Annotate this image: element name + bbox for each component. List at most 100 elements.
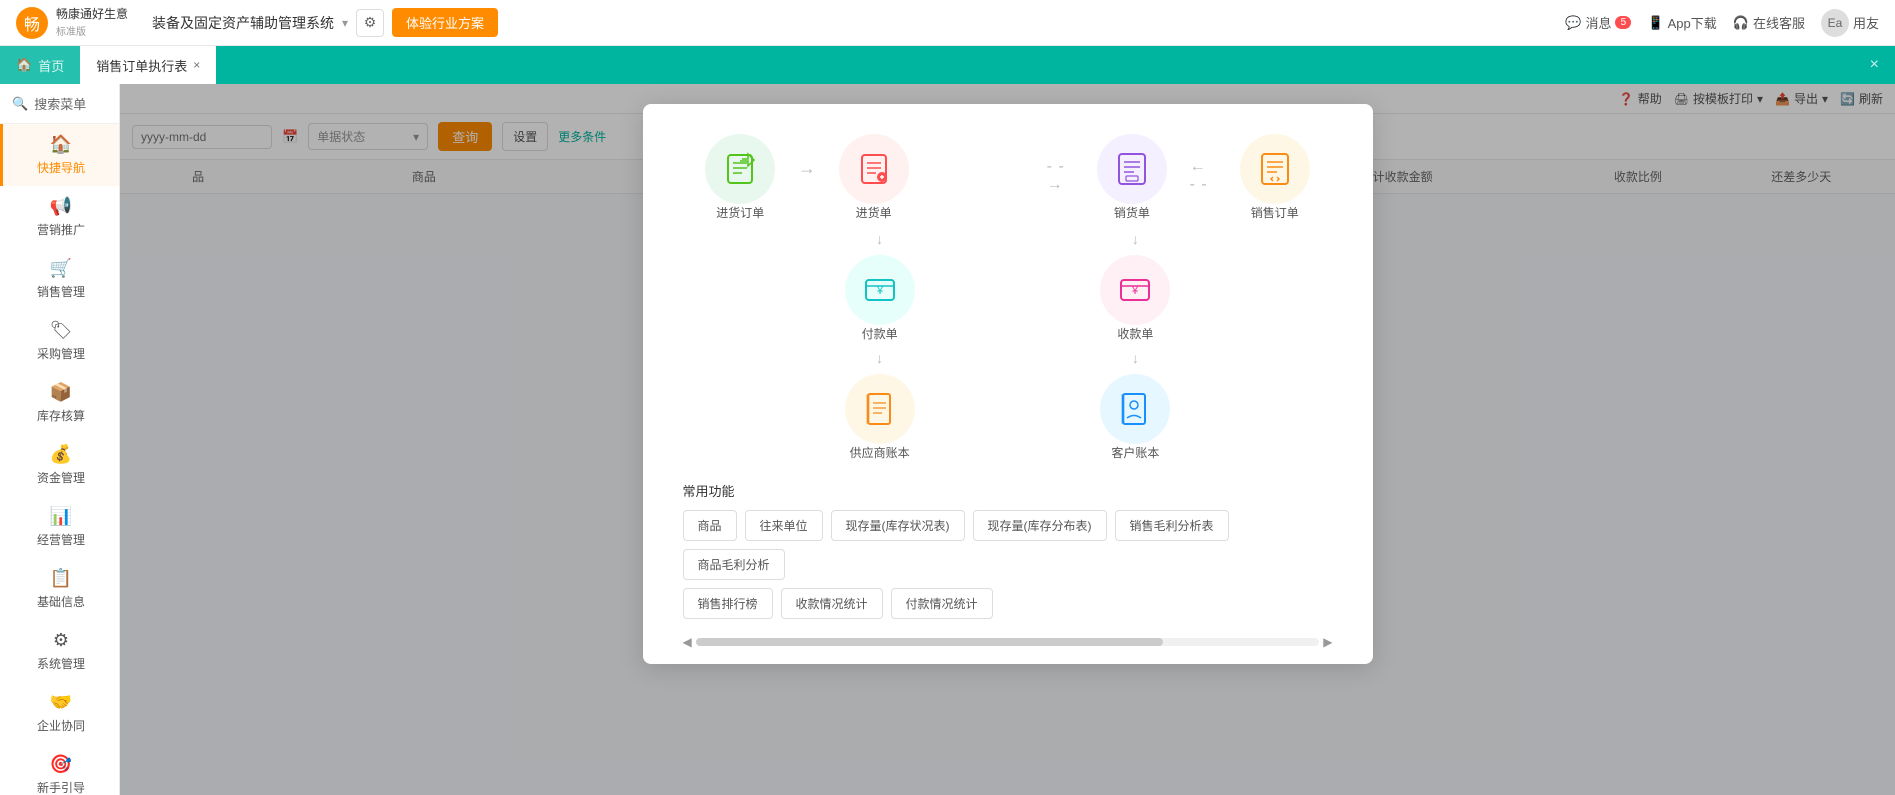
cf-btn-sales-rank[interactable]: 销售排行榜 bbox=[683, 588, 773, 619]
cf-btn-inventory-dist[interactable]: 现存量(库存分布表) bbox=[973, 510, 1107, 541]
content-area: ❓ 帮助 🖨 按模板打印 ▾ 📤 导出 ▾ 🔄 刷新 📅 单据 bbox=[120, 84, 1895, 795]
flow-col-jinghuo-order: 进货订单 bbox=[683, 134, 798, 221]
cf-btn-counterparty[interactable]: 往来单位 bbox=[745, 510, 823, 541]
system-title-area: 装备及固定资产辅助管理系统 ▾ ⚙ 体验行业方案 bbox=[152, 8, 1565, 37]
cf-btn-inventory-status[interactable]: 现存量(库存状况表) bbox=[831, 510, 965, 541]
flow-label-fukuan: 付款单 bbox=[862, 325, 898, 342]
user-label: 用友 bbox=[1853, 13, 1879, 32]
user-menu-button[interactable]: Ea 用友 bbox=[1821, 9, 1879, 37]
operations-icon: 📊 bbox=[50, 506, 72, 527]
sidebar-item-quick-nav[interactable]: 🏠 快捷导航 bbox=[0, 124, 119, 186]
new-guide-icon: 🎯 bbox=[50, 754, 72, 775]
inventory-icon: 📦 bbox=[50, 382, 72, 403]
nav-tabs: 🏠 首页 销售订单执行表 × × bbox=[0, 46, 1895, 84]
flow-node-xiaohuo-single[interactable] bbox=[1097, 134, 1167, 204]
system-title: 装备及固定资产辅助管理系统 bbox=[152, 13, 334, 33]
sidebar-item-system[interactable]: ⚙ 系统管理 bbox=[0, 620, 119, 682]
scroll-left-icon[interactable]: ◀ bbox=[683, 635, 692, 649]
flow-arrows-down: ↓ ↓ bbox=[683, 227, 1333, 251]
sidebar-item-label-inventory: 库存核算 bbox=[37, 407, 85, 424]
purchase-icon: 🏷 bbox=[50, 320, 73, 341]
sidebar-item-label-sales: 销售管理 bbox=[37, 283, 85, 300]
sidebar-item-operations[interactable]: 📊 经营管理 bbox=[0, 496, 119, 558]
dropdown-arrow-icon[interactable]: ▾ bbox=[342, 16, 348, 30]
sidebar-item-label-quick-nav: 快捷导航 bbox=[37, 159, 85, 176]
flow-label-supplier-book: 供应商账本 bbox=[850, 444, 910, 461]
search-icon: 🔍 bbox=[12, 96, 28, 112]
scrollbar-track[interactable] bbox=[696, 638, 1320, 646]
flow-col-supplier-book: 供应商账本 bbox=[821, 374, 939, 461]
topbar-right: 💬 消息 5 📱 App下载 🎧 在线客服 Ea 用友 bbox=[1565, 9, 1879, 37]
sales-icon: 🛒 bbox=[50, 258, 72, 279]
tab-home-label: 首页 bbox=[38, 56, 64, 75]
message-button[interactable]: 💬 消息 5 bbox=[1565, 13, 1631, 32]
arrow-down-shoukuan: ↓ bbox=[1132, 350, 1139, 366]
gear-button[interactable]: ⚙ bbox=[356, 9, 384, 37]
sidebar-item-finance[interactable]: 💰 资金管理 bbox=[0, 434, 119, 496]
sidebar-item-enterprise[interactable]: 🤝 企业协同 bbox=[0, 682, 119, 744]
flow-label-shoukuan: 收款单 bbox=[1117, 325, 1153, 342]
tab-home[interactable]: 🏠 首页 bbox=[0, 46, 80, 84]
main-layout: 🔍 搜索菜单 🏠 快捷导航 📢 营销推广 🛒 销售管理 🏷 采购管理 📦 库存核… bbox=[0, 84, 1895, 795]
system-icon: ⚙ bbox=[53, 630, 69, 651]
sidebar-item-label-finance: 资金管理 bbox=[37, 469, 85, 486]
cf-btn-payment-stats[interactable]: 付款情况统计 bbox=[891, 588, 993, 619]
flow-node-jinghuo-single[interactable] bbox=[839, 134, 909, 204]
sidebar-item-label-purchase: 采购管理 bbox=[37, 345, 85, 362]
arrow-down-xiaohuo: ↓ bbox=[1132, 231, 1139, 247]
quick-nav-icon: 🏠 bbox=[50, 134, 72, 155]
scroll-right-icon[interactable]: ▶ bbox=[1323, 635, 1332, 649]
sidebar-item-new-guide[interactable]: 🎯 新手引导 bbox=[0, 744, 119, 795]
cf-btn-goods[interactable]: 商品 bbox=[683, 510, 737, 541]
cf-btn-receipt-stats[interactable]: 收款情况统计 bbox=[781, 588, 883, 619]
flow-node-xiaoshou-order[interactable] bbox=[1240, 134, 1310, 204]
online-service-label: 在线客服 bbox=[1753, 13, 1805, 32]
sidebar-item-label-base-info: 基础信息 bbox=[37, 593, 85, 610]
flow-node-shoukuan[interactable]: ¥ bbox=[1100, 255, 1170, 325]
common-functions: 常用功能 商品 往来单位 现存量(库存状况表) 现存量(库存分布表) 销售毛利分… bbox=[683, 481, 1333, 619]
home-icon: 🏠 bbox=[16, 57, 32, 73]
flow-node-fukuan[interactable]: ¥ bbox=[845, 255, 915, 325]
sidebar-item-sales[interactable]: 🛒 销售管理 bbox=[0, 248, 119, 310]
flow-col-customer-book: 客户账本 bbox=[1077, 374, 1195, 461]
trial-button[interactable]: 体验行业方案 bbox=[392, 8, 498, 37]
scrollbar-thumb bbox=[696, 638, 1164, 646]
flow-label-jinghuo-single: 进货单 bbox=[856, 204, 892, 221]
flow-node-jinghuo-order[interactable] bbox=[705, 134, 775, 204]
flow-col-xiaohuo-single: 销货单 bbox=[1074, 134, 1189, 221]
logo-text: 畅康通好生意 bbox=[56, 7, 128, 23]
flow-label-jinghuo-order: 进货订单 bbox=[716, 204, 764, 221]
flow-node-customer-book[interactable] bbox=[1100, 374, 1170, 444]
search-menu-button[interactable]: 🔍 搜索菜单 bbox=[0, 84, 119, 124]
service-icon: 🎧 bbox=[1733, 15, 1749, 31]
popup-dialog: 进货订单 → bbox=[643, 104, 1373, 664]
svg-text:¥: ¥ bbox=[876, 285, 884, 297]
sidebar-item-label-system: 系统管理 bbox=[37, 655, 85, 672]
popup-overlay: 进货订单 → bbox=[120, 84, 1895, 795]
flow-node-supplier-book[interactable] bbox=[845, 374, 915, 444]
arrow-dashed-1: - - → bbox=[1047, 158, 1075, 194]
online-service-button[interactable]: 🎧 在线客服 bbox=[1733, 13, 1805, 32]
app-download-button[interactable]: 📱 App下载 bbox=[1647, 13, 1716, 32]
flow-col-fukuan: ¥ 付款单 bbox=[821, 255, 939, 342]
base-info-icon: 📋 bbox=[50, 568, 72, 589]
flow-col-xiaoshou-order: 销售订单 bbox=[1217, 134, 1332, 221]
cf-btn-sales-profit[interactable]: 销售毛利分析表 bbox=[1115, 510, 1229, 541]
flow-row-2: ¥ 付款单 ¥ bbox=[683, 255, 1333, 342]
download-icon: 📱 bbox=[1647, 15, 1663, 31]
sidebar-item-marketing[interactable]: 📢 营销推广 bbox=[0, 186, 119, 248]
flow-col-shoukuan: ¥ 收款单 bbox=[1077, 255, 1195, 342]
tab-sales-order[interactable]: 销售订单执行表 × bbox=[80, 46, 216, 84]
arrow-down-jinghuo: ↓ bbox=[876, 231, 883, 247]
message-icon: 💬 bbox=[1565, 15, 1581, 31]
tab-close-icon[interactable]: × bbox=[193, 58, 200, 72]
top-bar: 畅 畅康通好生意 标准版 装备及固定资产辅助管理系统 ▾ ⚙ 体验行业方案 💬 … bbox=[0, 0, 1895, 46]
cf-btn-goods-profit[interactable]: 商品毛利分析 bbox=[683, 549, 785, 580]
flow-label-xiaohuo-single: 销货单 bbox=[1114, 204, 1150, 221]
sidebar-item-base-info[interactable]: 📋 基础信息 bbox=[0, 558, 119, 620]
global-close-button[interactable]: × bbox=[1862, 56, 1887, 74]
sidebar-item-inventory[interactable]: 📦 库存核算 bbox=[0, 372, 119, 434]
sidebar-item-purchase[interactable]: 🏷 采购管理 bbox=[0, 310, 119, 372]
svg-text:¥: ¥ bbox=[1131, 285, 1139, 297]
enterprise-icon: 🤝 bbox=[50, 692, 72, 713]
